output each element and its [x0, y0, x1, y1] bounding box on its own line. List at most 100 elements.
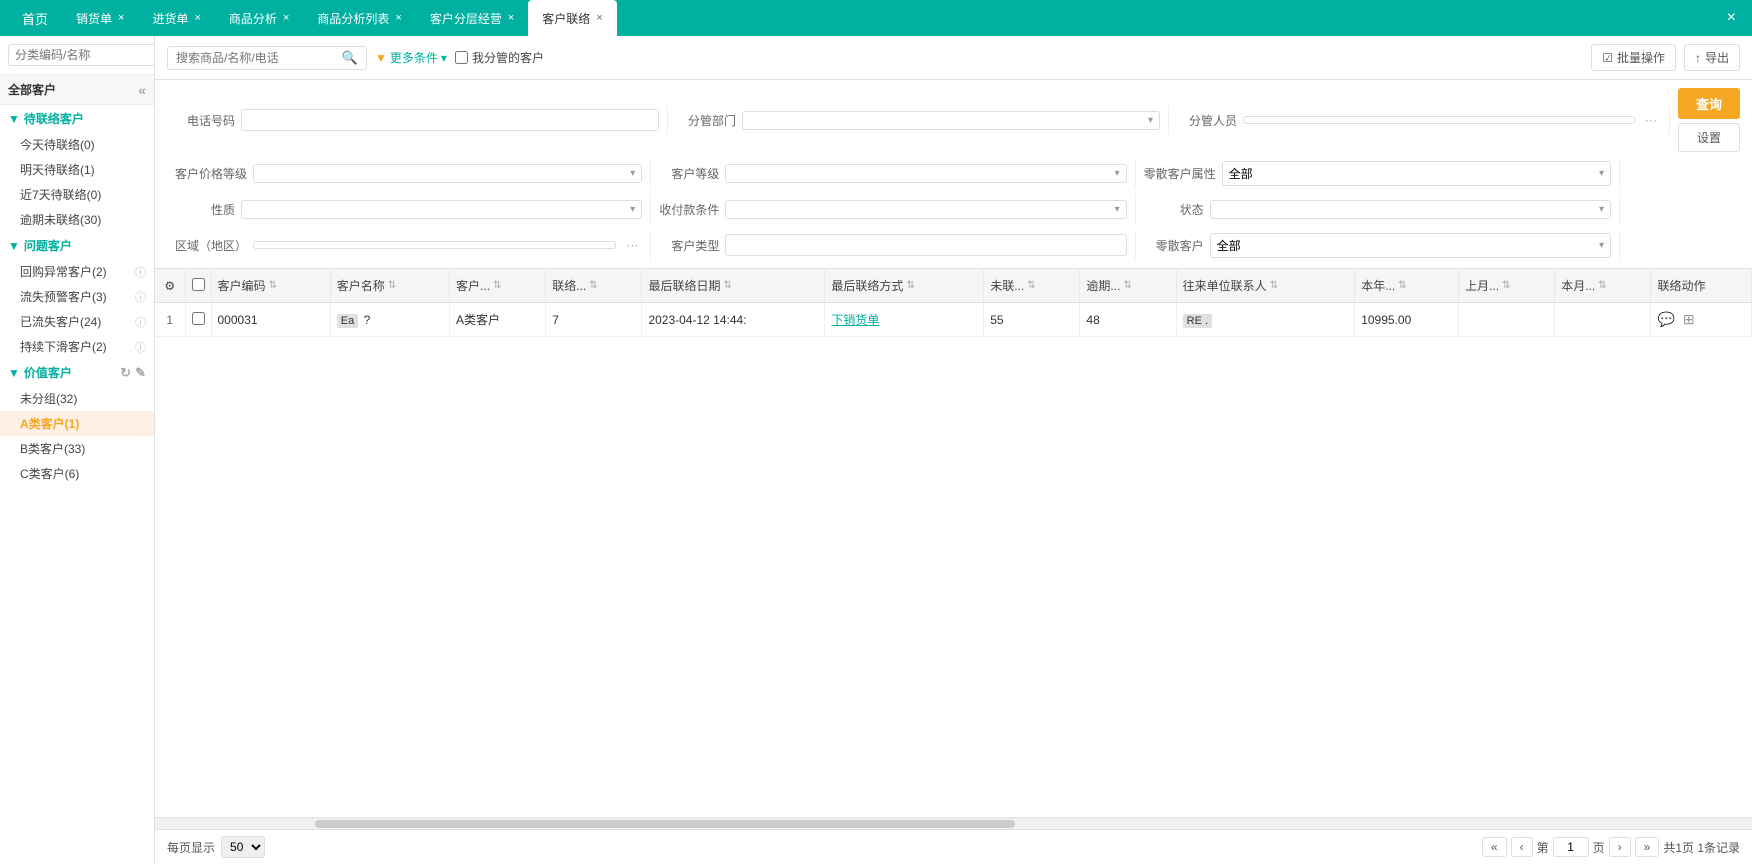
nature-select[interactable]: ▾	[241, 200, 642, 219]
sidebar-group-pending[interactable]: ▼ 待联络客户	[0, 105, 154, 132]
filter-search-input[interactable]	[176, 51, 342, 65]
sidebar-item-declining[interactable]: 持续下滑客户(2) ⓘ	[0, 334, 154, 359]
close-sale-tab[interactable]: ×	[118, 12, 124, 24]
value-group-edit-icon[interactable]: ✎	[135, 365, 146, 381]
close-customer-segment-tab[interactable]: ×	[508, 12, 514, 24]
last-month-sort-icon[interactable]: ⇅	[1502, 280, 1510, 291]
row-checkbox[interactable]	[192, 312, 205, 325]
type-sort-icon[interactable]: ⇅	[493, 280, 501, 291]
nav-item-product-analysis-list[interactable]: 商品分析列表 ×	[303, 0, 415, 36]
region-dots-btn[interactable]: ···	[622, 238, 642, 252]
nav-item-customer-segment[interactable]: 客户分层经营 ×	[416, 0, 528, 36]
my-customers-checkbox[interactable]: 我分管的客户	[455, 49, 544, 66]
last-method-sort-icon[interactable]: ⇅	[906, 280, 914, 291]
th-this-year: 本年... ⇅	[1355, 269, 1459, 303]
next-page-btn[interactable]: ›	[1609, 837, 1631, 857]
sidebar-all-customers[interactable]: 全部客户 «	[0, 75, 154, 105]
price-level-select[interactable]: ▾	[253, 164, 642, 183]
status-select[interactable]: ▾	[1210, 200, 1611, 219]
sidebar-item-b-class[interactable]: B类客户(33)	[0, 436, 154, 461]
page-size-select[interactable]: 50	[221, 836, 265, 858]
th-last-date: 最后联络日期 ⇅	[642, 269, 825, 303]
value-group-refresh-icon[interactable]: ↻	[120, 365, 131, 381]
this-year-sort-icon[interactable]: ⇅	[1398, 280, 1406, 291]
sidebar-group-value[interactable]: ▼ 价值客户 ↻ ✎	[0, 359, 154, 386]
close-product-analysis-list-tab[interactable]: ×	[395, 12, 401, 24]
sidebar-collapse-btn[interactable]: «	[138, 82, 146, 98]
sidebar-item-churned[interactable]: 已流失客户(24) ⓘ	[0, 309, 154, 334]
status-label: 状态	[1144, 201, 1204, 218]
sidebar-item-tomorrow-pending[interactable]: 明天待联络(1)	[0, 157, 154, 182]
code-sort-icon[interactable]: ⇅	[269, 280, 277, 291]
filter-search-icon[interactable]: 🔍	[342, 50, 358, 66]
sidebar-item-repurchase-abnormal[interactable]: 回购异常客户(2) ⓘ	[0, 259, 154, 284]
batch-operation-btn[interactable]: ☑ 批量操作	[1591, 44, 1676, 71]
close-customer-contact-tab[interactable]: ×	[596, 12, 602, 24]
price-level-label: 客户价格等级	[175, 165, 247, 182]
grid-icon[interactable]: ⊞	[1683, 311, 1695, 328]
nav-item-home[interactable]: 首页	[8, 0, 62, 36]
person-select[interactable]	[1243, 116, 1635, 124]
contact-count-sort-icon[interactable]: ⇅	[589, 280, 597, 291]
horizontal-scrollbar[interactable]	[155, 817, 1752, 829]
person-dots-btn[interactable]: ···	[1641, 113, 1661, 127]
filter-cell-retail-customer: 零散客户 全部 ▾	[1136, 230, 1620, 260]
nav-item-sale[interactable]: 销货单 ×	[62, 0, 138, 36]
status-arrow: ▾	[1599, 204, 1604, 215]
contact-person-value: RE .	[1183, 314, 1212, 328]
sidebar-item-week-pending[interactable]: 近7天待联络(0)	[0, 182, 154, 207]
retail-customer-select[interactable]: 全部 ▾	[1210, 233, 1611, 258]
first-page-btn[interactable]: «	[1482, 837, 1507, 857]
customer-level-label: 客户等级	[659, 165, 719, 182]
my-customers-checkbox-input[interactable]	[455, 51, 468, 64]
sidebar-item-churn-warning[interactable]: 流失预警客户(3) ⓘ	[0, 284, 154, 309]
total-pages-label: 页	[1593, 839, 1605, 856]
sidebar-item-unclassified[interactable]: 未分组(32)	[0, 386, 154, 411]
prev-page-btn[interactable]: ‹	[1511, 837, 1533, 857]
customer-table-area: ⚙ 客户编码 ⇅ 客户名称	[155, 269, 1752, 817]
scrollbar-thumb[interactable]	[315, 820, 1015, 828]
gear-icon[interactable]: ⚙	[164, 279, 175, 293]
th-type-label: 客户...	[456, 277, 490, 294]
nav-item-product-analysis[interactable]: 商品分析 ×	[215, 0, 303, 36]
close-all-tabs[interactable]: ×	[1719, 9, 1744, 27]
sidebar-group-problem[interactable]: ▼ 问题客户	[0, 232, 154, 259]
select-all-checkbox[interactable]	[192, 278, 205, 291]
pagination-control: « ‹ 第 页 › » 共1页 1条记录	[1482, 837, 1740, 857]
payment-select[interactable]: ▾	[725, 200, 1126, 219]
contact-person-sort-icon[interactable]: ⇅	[1270, 280, 1278, 291]
th-this-year-label: 本年...	[1361, 277, 1395, 294]
last-contact-method-link[interactable]: 下销货单	[831, 313, 879, 327]
overdue-sort-icon[interactable]: ⇅	[1123, 280, 1131, 291]
last-date-sort-icon[interactable]: ⇅	[723, 280, 731, 291]
phone-input[interactable]	[241, 109, 659, 131]
query-button[interactable]: 查询	[1678, 88, 1740, 119]
name-sort-icon[interactable]: ⇅	[388, 280, 396, 291]
retail-customer-arrow: ▾	[1599, 240, 1604, 251]
nav-item-customer-contact[interactable]: 客户联络 ×	[528, 0, 616, 36]
close-product-analysis-tab[interactable]: ×	[283, 12, 289, 24]
customer-level-select[interactable]: ▾	[725, 164, 1126, 183]
problem-group-label: 问题客户	[24, 237, 72, 254]
sidebar-item-overdue-pending[interactable]: 逾期未联络(30)	[0, 207, 154, 232]
chat-icon[interactable]: 💬	[1657, 311, 1674, 328]
this-month-sort-icon[interactable]: ⇅	[1598, 280, 1606, 291]
sidebar-item-today-pending[interactable]: 今天待联络(0)	[0, 132, 154, 157]
th-checkbox	[185, 269, 211, 303]
sidebar-search-input[interactable]	[8, 44, 155, 66]
filter-actions: ☑ 批量操作 ↑ 导出	[1591, 44, 1740, 71]
retail-attr-select[interactable]: 全部 ▾	[1222, 161, 1611, 186]
settings-button[interactable]: 设置	[1678, 123, 1740, 152]
last-page-btn[interactable]: »	[1635, 837, 1660, 857]
close-purchase-tab[interactable]: ×	[194, 12, 200, 24]
no-contact-sort-icon[interactable]: ⇅	[1027, 280, 1035, 291]
customer-type-input[interactable]	[725, 234, 1126, 256]
dept-select[interactable]: ▾	[742, 111, 1160, 130]
export-btn[interactable]: ↑ 导出	[1684, 44, 1740, 71]
region-select[interactable]	[253, 241, 616, 249]
more-filters-btn[interactable]: ▼ 更多条件 ▾	[375, 49, 447, 66]
sidebar-item-a-class[interactable]: A类客户(1)	[0, 411, 154, 436]
current-page-input[interactable]	[1553, 837, 1589, 857]
nav-item-purchase[interactable]: 进货单 ×	[138, 0, 214, 36]
sidebar-item-c-class[interactable]: C类客户(6)	[0, 461, 154, 486]
